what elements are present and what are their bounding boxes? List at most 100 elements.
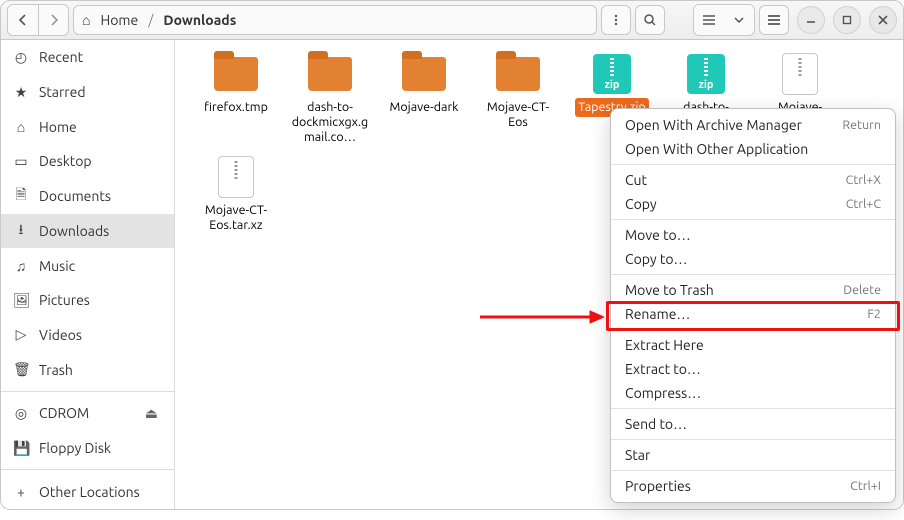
folder-icon bbox=[402, 57, 446, 91]
sidebar-item-starred[interactable]: ★Starred bbox=[1, 75, 174, 110]
list-view-button[interactable] bbox=[694, 5, 724, 35]
search-button[interactable] bbox=[635, 5, 665, 35]
nav-buttons bbox=[7, 4, 69, 36]
ctx-separator bbox=[611, 329, 895, 330]
sidebar-item-label: Recent bbox=[39, 49, 83, 65]
ctx-copy[interactable]: CopyCtrl+C bbox=[611, 192, 895, 216]
sidebar-item-label: Trash bbox=[39, 362, 73, 378]
file-item[interactable]: Mojave-CT-Eos bbox=[475, 54, 561, 147]
hamburger-menu-button[interactable] bbox=[601, 5, 631, 35]
sidebar-item-desktop[interactable]: ▭Desktop bbox=[1, 144, 174, 179]
ctx-label: Move to… bbox=[625, 227, 691, 243]
ctx-cut[interactable]: CutCtrl+X bbox=[611, 168, 895, 192]
close-button[interactable] bbox=[869, 6, 897, 34]
ctx-move-to[interactable]: Move to… bbox=[611, 223, 895, 247]
ctx-shortcut: Ctrl+C bbox=[846, 197, 881, 211]
folder-icon bbox=[214, 57, 258, 91]
sidebar-item-label: Home bbox=[39, 119, 77, 135]
ctx-label: Extract to… bbox=[625, 361, 701, 377]
sidebar-item-home[interactable]: ⌂ Home bbox=[1, 109, 174, 144]
sidebar-item-trash[interactable]: 🗑 Trash bbox=[1, 352, 174, 387]
archive-icon bbox=[782, 53, 818, 95]
file-name: firefox.tmp bbox=[201, 98, 271, 117]
folder-icon bbox=[308, 57, 352, 91]
eject-button[interactable]: ⏏ bbox=[141, 405, 162, 422]
sidebar-item-documents[interactable]: 🗎Documents bbox=[1, 179, 174, 214]
desktop-icon: ▭ bbox=[13, 153, 29, 170]
music-icon: ♫ bbox=[13, 258, 29, 274]
ctx-shortcut: Delete bbox=[843, 283, 881, 297]
sidebar-item-downloads[interactable]: ⭳Downloads bbox=[1, 214, 174, 249]
close-icon bbox=[877, 14, 889, 26]
ctx-separator bbox=[611, 439, 895, 440]
ctx-separator bbox=[611, 164, 895, 165]
ctx-separator bbox=[611, 274, 895, 275]
sidebar-item-label: Documents bbox=[39, 188, 111, 204]
file-name: Mojave-CT-Eos.tar.xz bbox=[193, 201, 279, 235]
ctx-extract-here[interactable]: Extract Here bbox=[611, 333, 895, 357]
home-icon: ⌂ bbox=[13, 119, 29, 135]
breadcrumb-home[interactable]: Home bbox=[96, 10, 142, 30]
breadcrumb-current[interactable]: Downloads bbox=[159, 10, 240, 30]
list-icon bbox=[702, 14, 716, 26]
sidebar-item-label: CDROM bbox=[39, 405, 89, 421]
ctx-label: Compress… bbox=[625, 385, 701, 401]
file-name: Mojave-CT-Eos bbox=[475, 98, 561, 132]
sidebar-item-recent[interactable]: ◴ Recent bbox=[1, 40, 174, 75]
maximize-button[interactable] bbox=[833, 6, 861, 34]
forward-button[interactable] bbox=[38, 5, 68, 35]
sidebar-separator bbox=[1, 469, 174, 470]
file-item[interactable]: firefox.tmp bbox=[193, 54, 279, 147]
ctx-shortcut: F2 bbox=[867, 307, 881, 321]
ctx-open-with-archive[interactable]: Open With Archive ManagerReturn bbox=[611, 113, 895, 137]
sidebar-item-videos[interactable]: ▷Videos bbox=[1, 318, 174, 353]
sidebar-item-label: Other Locations bbox=[39, 484, 140, 500]
ctx-extract-to[interactable]: Extract to… bbox=[611, 357, 895, 381]
ctx-label: Send to… bbox=[625, 416, 687, 432]
chevron-down-icon bbox=[734, 15, 744, 25]
chevron-right-icon bbox=[48, 14, 60, 26]
ctx-label: Move to Trash bbox=[625, 282, 714, 298]
ctx-star[interactable]: Star bbox=[611, 443, 895, 467]
ctx-properties[interactable]: PropertiesCtrl+I bbox=[611, 474, 895, 498]
minimize-icon bbox=[805, 14, 817, 26]
ctx-shortcut: Ctrl+X bbox=[846, 173, 881, 187]
floppy-icon: 💾 bbox=[13, 440, 29, 457]
main-menu-button[interactable] bbox=[759, 5, 789, 35]
ctx-label: Copy to… bbox=[625, 251, 687, 267]
ctx-copy-to[interactable]: Copy to… bbox=[611, 247, 895, 271]
sidebar: ◴ Recent ★Starred ⌂ Home ▭Desktop 🗎Documen… bbox=[1, 40, 175, 509]
ctx-compress[interactable]: Compress… bbox=[611, 381, 895, 405]
ctx-label: Open With Other Application bbox=[625, 141, 808, 157]
file-item[interactable]: dash-to-dockmicxgx.gmail.co… bbox=[287, 54, 373, 147]
ctx-label: Rename… bbox=[625, 306, 690, 322]
ctx-rename[interactable]: Rename… F2 bbox=[611, 302, 895, 326]
sidebar-item-label: Downloads bbox=[39, 223, 109, 239]
ctx-separator bbox=[611, 219, 895, 220]
zip-icon: zip bbox=[593, 54, 631, 94]
view-segment bbox=[693, 4, 755, 36]
sidebar-item-pictures[interactable]: 🖼Pictures bbox=[1, 283, 174, 318]
view-dropdown-button[interactable] bbox=[724, 5, 754, 35]
pathbar[interactable]: ⌂ Home / Downloads bbox=[73, 5, 597, 35]
ctx-separator bbox=[611, 470, 895, 471]
ctx-open-with-other[interactable]: Open With Other Application bbox=[611, 137, 895, 161]
ctx-separator bbox=[611, 408, 895, 409]
sidebar-item-other-locations[interactable]: + Other Locations bbox=[1, 474, 174, 509]
plus-icon: + bbox=[13, 484, 29, 500]
back-button[interactable] bbox=[8, 5, 38, 35]
titlebar: ⌂ Home / Downloads bbox=[0, 0, 904, 40]
sidebar-item-music[interactable]: ♫ Music bbox=[1, 248, 174, 283]
ctx-send-to[interactable]: Send to… bbox=[611, 412, 895, 436]
ctx-label: Extract Here bbox=[625, 337, 704, 353]
sidebar-item-cdrom[interactable]: ◎CDROM⏏ bbox=[1, 396, 174, 431]
sidebar-item-floppy[interactable]: 💾Floppy Disk bbox=[1, 431, 174, 466]
clock-icon: ◴ bbox=[13, 49, 29, 66]
trash-icon: 🗑 bbox=[13, 361, 29, 378]
file-item[interactable]: Mojave-CT-Eos.tar.xz bbox=[193, 157, 279, 235]
file-item[interactable]: Mojave-dark bbox=[381, 54, 467, 147]
sidebar-item-label: Music bbox=[39, 258, 75, 274]
minimize-button[interactable] bbox=[797, 6, 825, 34]
search-icon bbox=[643, 13, 657, 27]
ctx-move-trash[interactable]: Move to Trash Delete bbox=[611, 278, 895, 302]
